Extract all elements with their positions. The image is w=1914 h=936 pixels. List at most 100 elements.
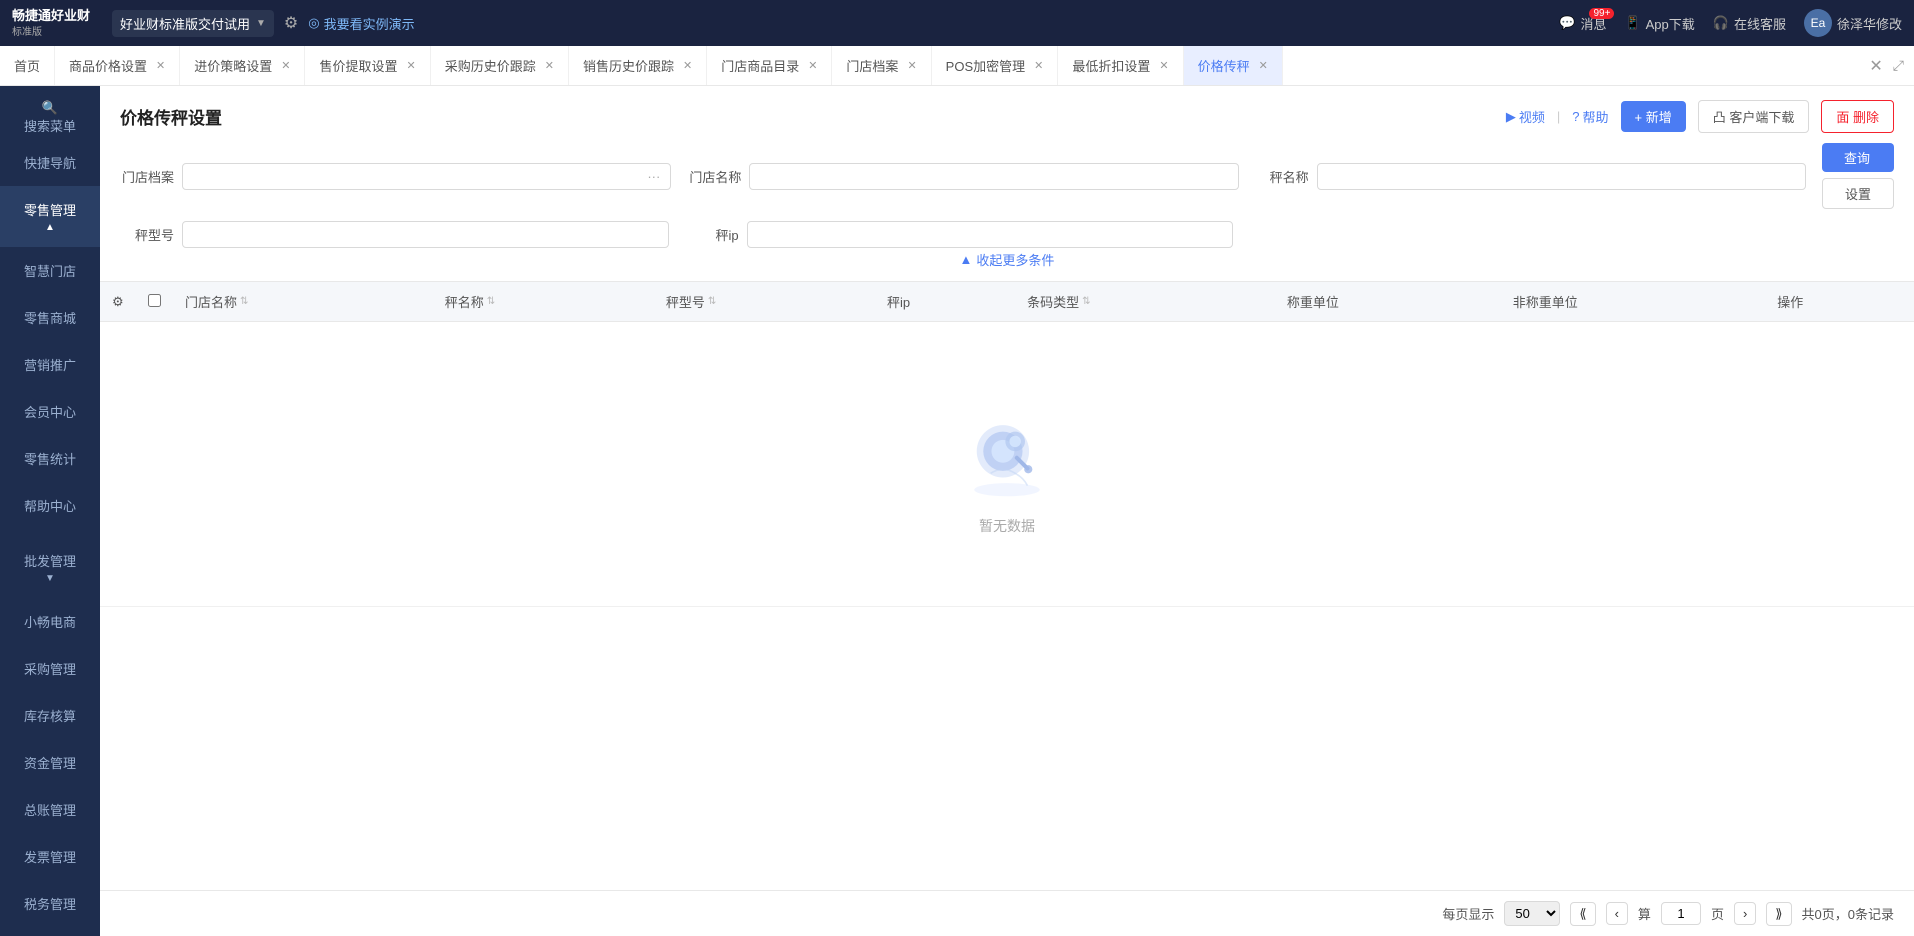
tab-pos-manage-close[interactable]: ✕: [1034, 59, 1043, 72]
th-non-weight-unit-label: 非称重单位: [1513, 295, 1578, 310]
th-scale-name: 秤名称 ⇅: [433, 282, 654, 322]
tab-price-setting-close[interactable]: ✕: [156, 59, 165, 72]
filter-store-profile-input[interactable]: [193, 169, 647, 184]
filter-scale-name: 秤名称: [1255, 163, 1806, 190]
app-download-button[interactable]: 📱 App下载: [1624, 14, 1694, 33]
filter-scale-name-input[interactable]: [1317, 163, 1806, 190]
tab-min-discount-label: 最低折扣设置: [1072, 56, 1150, 75]
sidebar-settings-button[interactable]: ⚙: [0, 927, 100, 936]
th-scale-model-sort[interactable]: 秤型号 ⇅: [666, 292, 716, 311]
page-header: 价格传秤设置 ▶ 视频 | ? 帮助 + 新增 凸 客户端下载: [100, 86, 1914, 282]
ellipsis-icon[interactable]: ···: [647, 169, 660, 184]
filter-scale-ip-input[interactable]: [747, 221, 1234, 248]
page-title: 价格传秤设置: [120, 104, 222, 129]
tab-sale-history[interactable]: 销售历史价跟踪 ✕: [569, 46, 707, 85]
add-button[interactable]: + 新增: [1621, 101, 1686, 132]
tab-purchase-history-close[interactable]: ✕: [545, 59, 554, 72]
table-head: ⚙ 门店名称 ⇅ 秤名称: [100, 282, 1914, 322]
next-page-button[interactable]: ›: [1734, 902, 1756, 925]
online-service-button[interactable]: 🎧 在线客服: [1713, 14, 1786, 33]
tab-price-scale-label: 价格传秤: [1198, 56, 1250, 75]
select-all-checkbox[interactable]: [148, 294, 161, 307]
tab-pos-manage[interactable]: POS加密管理 ✕: [932, 46, 1059, 85]
last-page-button[interactable]: ⟫: [1766, 902, 1791, 926]
empty-state-cell: 暂无数据: [100, 322, 1914, 607]
tab-min-discount-close[interactable]: ✕: [1159, 59, 1168, 72]
video-link[interactable]: ▶ 视频: [1506, 107, 1545, 126]
tab-purchase-strategy[interactable]: 进价策略设置 ✕: [180, 46, 305, 85]
sidebar-item-member-center[interactable]: 会员中心: [0, 388, 100, 435]
tab-store-catalog-close[interactable]: ✕: [808, 59, 817, 72]
logo-area: 畅捷通好业财 标准版: [12, 8, 102, 39]
page-input[interactable]: [1661, 902, 1701, 925]
tab-store-profile[interactable]: 门店档案 ✕: [832, 46, 931, 85]
user-profile-button[interactable]: Ea 徐泽华修改: [1804, 9, 1902, 37]
collapse-button[interactable]: ▲ 收起更多条件: [960, 250, 1055, 269]
th-store-name-sort[interactable]: 门店名称 ⇅: [185, 292, 248, 311]
sidebar-item-inventory[interactable]: 库存核算: [0, 692, 100, 739]
sidebar-item-retail-manage[interactable]: 零售管理 ▲: [0, 186, 100, 247]
tab-purchase-history[interactable]: 采购历史价跟踪 ✕: [431, 46, 569, 85]
download-button[interactable]: 凸 客户端下载: [1698, 100, 1810, 133]
tab-store-profile-close[interactable]: ✕: [907, 59, 916, 72]
sidebar-item-wholesale-manage[interactable]: 批发管理 ▼: [0, 537, 100, 598]
sidebar-item-capital-manage[interactable]: 资金管理: [0, 739, 100, 786]
sidebar-search[interactable]: 🔍 搜索菜单: [0, 86, 100, 145]
tab-sale-history-close[interactable]: ✕: [683, 59, 692, 72]
th-scale-name-sort[interactable]: 秤名称 ⇅: [445, 292, 495, 311]
first-page-button[interactable]: ⟪: [1570, 902, 1595, 926]
per-page-label: 每页显示: [1442, 904, 1494, 923]
window-close-icon[interactable]: ✕: [1869, 56, 1882, 76]
tab-min-discount[interactable]: 最低折扣设置 ✕: [1058, 46, 1183, 85]
chevron-down-icon: ▼: [45, 573, 55, 584]
tab-purchase-strategy-close[interactable]: ✕: [281, 59, 290, 72]
th-non-weight-unit: 非称重单位: [1501, 282, 1766, 322]
set-button[interactable]: 设置: [1822, 178, 1894, 209]
demo-link[interactable]: ◎ 我要看实例演示: [308, 14, 414, 33]
tab-price-scale-close[interactable]: ✕: [1259, 59, 1268, 72]
window-max-icon[interactable]: ⤢: [1893, 57, 1904, 74]
message-icon: 💬: [1559, 15, 1575, 31]
sidebar-item-general-ledger[interactable]: 总账管理: [0, 786, 100, 833]
query-button[interactable]: 查询: [1822, 143, 1894, 172]
filter-row-2: 秤型号 秤ip: [120, 221, 1894, 248]
sidebar-item-invoice-manage[interactable]: 发票管理: [0, 833, 100, 880]
messages-button[interactable]: 💬 消息 99+: [1559, 14, 1606, 33]
sidebar-quick-nav[interactable]: 快捷导航: [0, 145, 100, 178]
pagination-bar: 每页显示 50 20 100 ⟪ ‹ 算 页 › ⟫ 共0页，0条记录: [100, 890, 1914, 936]
prev-page-button[interactable]: ‹: [1606, 902, 1628, 925]
tab-bar-end: ✕ ⤢: [1859, 56, 1914, 76]
gear-icon[interactable]: ⚙: [284, 13, 298, 33]
filter-store-name-input[interactable]: [749, 163, 1238, 190]
sidebar-item-purchase-manage[interactable]: 采购管理: [0, 645, 100, 692]
help-link[interactable]: ? 帮助: [1572, 107, 1608, 126]
sort-icon-3: ⇅: [708, 296, 716, 307]
th-barcode-type-sort[interactable]: 条码类型 ⇅: [1027, 292, 1090, 311]
filter-scale-model-input[interactable]: [182, 221, 669, 248]
sidebar-item-tax-manage[interactable]: 税务管理: [0, 880, 100, 927]
setting-icon[interactable]: ⚙: [112, 294, 124, 309]
tab-purchase-history-label: 采购历史价跟踪: [445, 56, 536, 75]
sidebar-item-invoice-manage-label: 发票管理: [24, 847, 76, 866]
sidebar-item-retail-stats[interactable]: 零售统计: [0, 435, 100, 482]
sidebar-item-marketing[interactable]: 营销推广: [0, 341, 100, 388]
th-scale-model-label: 秤型号: [666, 292, 705, 311]
version-selector[interactable]: 好业财标准版交付试用 ▼: [112, 10, 274, 37]
sidebar-item-retail-mall[interactable]: 零售商城: [0, 294, 100, 341]
page-total: 共0页，0条记录: [1802, 904, 1894, 923]
delete-button-label: 面 删除: [1836, 107, 1879, 126]
tab-price-setting[interactable]: 商品价格设置 ✕: [55, 46, 180, 85]
tab-home[interactable]: 首页: [0, 46, 55, 85]
per-page-select[interactable]: 50 20 100: [1504, 901, 1560, 926]
sidebar-item-xiaochang-ecom[interactable]: 小畅电商: [0, 598, 100, 645]
app-label: App下载: [1646, 14, 1695, 33]
delete-button[interactable]: 面 删除: [1821, 100, 1894, 133]
tab-sale-price-close[interactable]: ✕: [407, 59, 416, 72]
tab-price-scale[interactable]: 价格传秤 ✕: [1184, 46, 1283, 85]
tab-store-catalog[interactable]: 门店商品目录 ✕: [707, 46, 832, 85]
sidebar-item-smart-store[interactable]: 智慧门店: [0, 247, 100, 294]
sidebar-item-help-center[interactable]: 帮助中心: [0, 482, 100, 529]
collapse-row: ▲ 收起更多条件: [120, 248, 1894, 271]
th-store-name-label: 门店名称: [185, 292, 237, 311]
tab-sale-price[interactable]: 售价提取设置 ✕: [305, 46, 430, 85]
